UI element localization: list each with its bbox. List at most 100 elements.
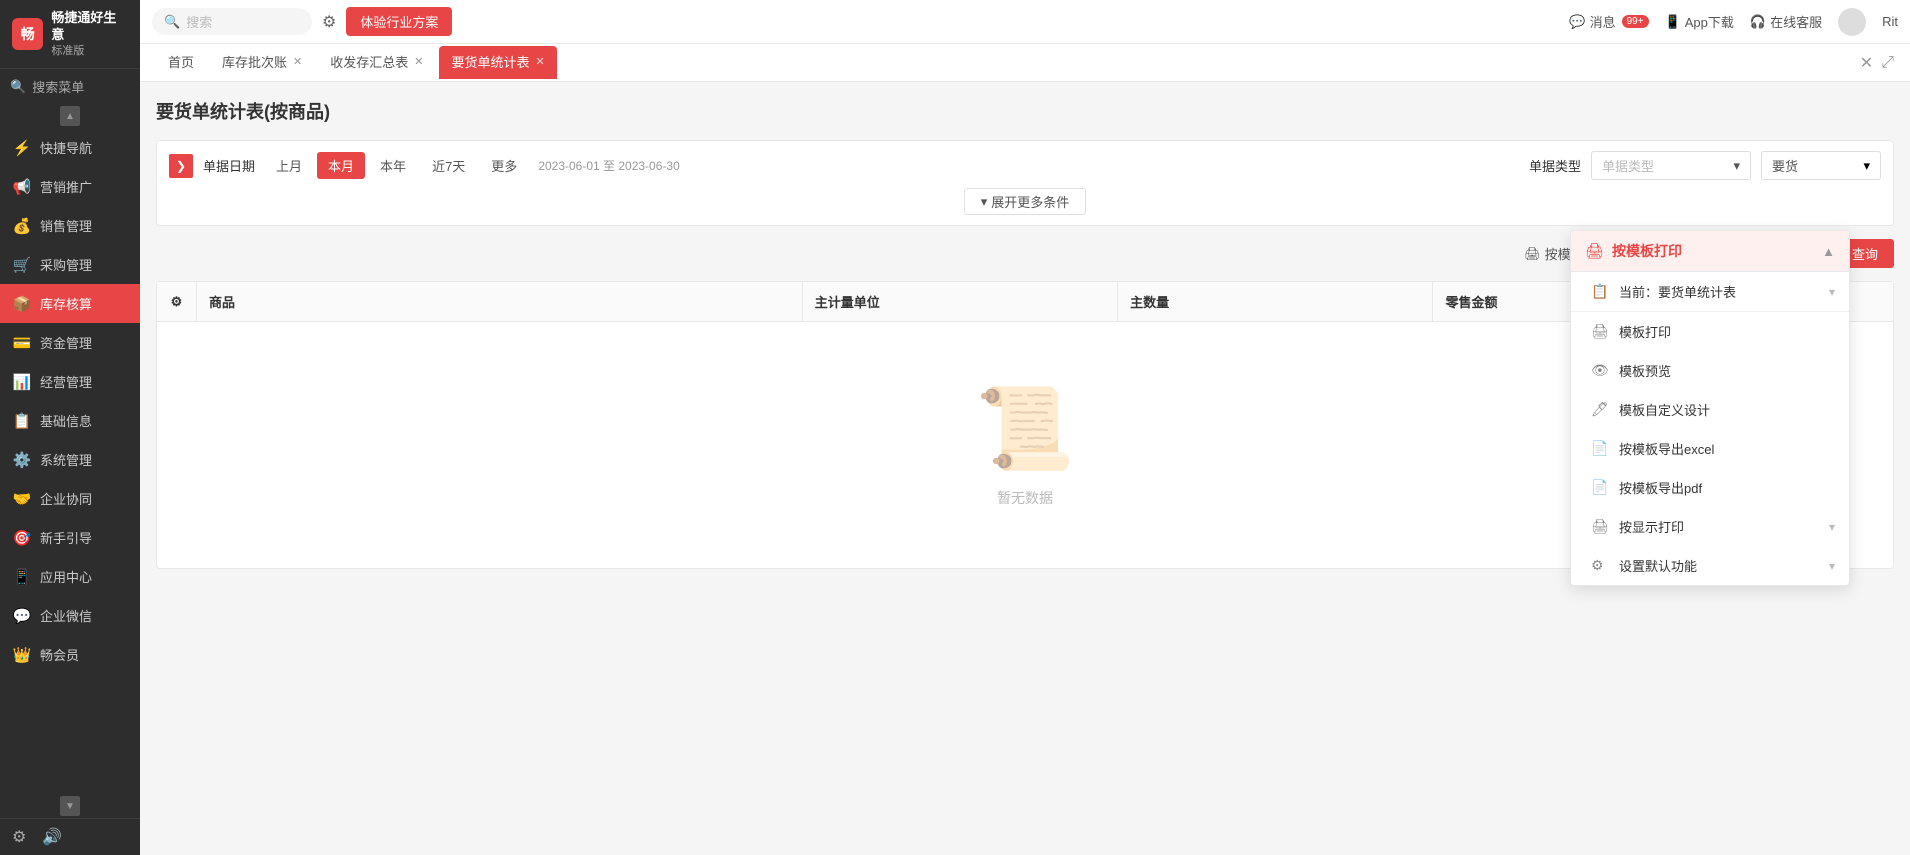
date-btn-上月[interactable]: 上月 (265, 152, 313, 179)
messages-icon: 💬 (1569, 14, 1585, 30)
item-icon-template-export-excel: 📄 (1591, 440, 1609, 457)
nav-icon-purchase: 🛒 (12, 256, 32, 274)
sidebar-item-newuser[interactable]: 🎯 新手引导 (0, 518, 140, 557)
messages-item[interactable]: 💬 消息 99+ (1569, 12, 1648, 31)
messages-badge: 99+ (1622, 15, 1649, 28)
nav-icon-newuser: 🎯 (12, 529, 32, 547)
empty-text: 暂无数据 (997, 488, 1053, 508)
item-icon-template-print: 🖨 (1591, 323, 1609, 340)
sidebar-item-purchase[interactable]: 🛒 采购管理 (0, 245, 140, 284)
item-label-template-export-pdf: 按模板导出pdf (1619, 478, 1835, 497)
minimize-button[interactable]: ✕ (1860, 53, 1873, 73)
date-buttons: 上月本月本年近7天更多 (265, 152, 528, 179)
nav-icon-operation: 📊 (12, 373, 32, 391)
item-icon-template-design: 🖊 (1591, 401, 1609, 418)
app-download-icon: 📱 (1665, 14, 1681, 30)
dropdown-item-template-export-pdf[interactable]: 📄 按模板导出pdf (1571, 468, 1849, 507)
topbar-search-bar[interactable]: 🔍 搜索 (152, 8, 312, 35)
expand-more-btn[interactable]: ▾ 展开更多条件 (964, 188, 1087, 215)
tab-receipts-summary[interactable]: 收发存汇总表✕ (318, 46, 435, 79)
sidebar: 畅 畅捷通好生意 标准版 🔍 搜索菜单 ▲ ⚡ 快捷导航 📢 营销推广 💰 销售… (0, 0, 140, 855)
tab-close-receipts-summary[interactable]: ✕ (414, 55, 423, 68)
filter-expand-row: ▾ 展开更多条件 (169, 188, 1881, 215)
nav-icon-finance: 💳 (12, 334, 32, 352)
main-area: 🔍 搜索 ⚙ 体验行业方案 💬 消息 99+ 📱 App下载 🎧 在线客服 Ri… (140, 0, 1910, 855)
sidebar-item-marketing[interactable]: 📢 营销推广 (0, 167, 140, 206)
dropdown-item-template-export-excel[interactable]: 📄 按模板导出excel (1571, 429, 1849, 468)
nav-label-operation: 经营管理 (40, 372, 92, 391)
topbar-settings-icon[interactable]: ⚙ (322, 12, 336, 32)
item-icon-display-print: 🖨 (1591, 518, 1609, 535)
page-title: 要货单统计表(按商品) (156, 98, 1894, 124)
online-service-item[interactable]: 🎧 在线客服 (1750, 12, 1822, 31)
th-settings[interactable]: ⚙ (157, 282, 197, 321)
date-btn-本年[interactable]: 本年 (369, 152, 417, 179)
tab-home[interactable]: 首页 (156, 46, 206, 79)
nav-icon-weixin: 💬 (12, 607, 32, 625)
sidebar-item-member[interactable]: 👑 畅会员 (0, 635, 140, 674)
date-btn-近7天[interactable]: 近7天 (421, 152, 476, 179)
order-type-select[interactable]: 要货 ▾ (1761, 151, 1881, 180)
filter-expand-icon[interactable]: ❯ (169, 154, 193, 178)
type-filter-select[interactable]: 单据类型 ▾ (1591, 151, 1751, 180)
search-label: 搜索菜单 (32, 77, 84, 96)
th-qty: 主数量 (1118, 282, 1433, 321)
dropdown-current: 📋 当前：要货单统计表 ▾ (1571, 272, 1849, 312)
item-label-display-print: 按显示打印 (1619, 517, 1819, 536)
sidebar-item-appstore[interactable]: 📱 应用中心 (0, 557, 140, 596)
tab-inventory-batch[interactable]: 库存批次账 ✕ (210, 46, 314, 79)
nav-icon-coop: 🤝 (12, 490, 32, 508)
type-filter-value: 单据类型 (1602, 156, 1727, 175)
search-icon: 🔍 (164, 14, 180, 30)
dropdown-item-template-preview[interactable]: 👁 模板预览 (1571, 351, 1849, 390)
item-icon-template-export-pdf: 📄 (1591, 479, 1609, 496)
expand-more-label: 展开更多条件 (991, 192, 1069, 211)
sidebar-item-weixin[interactable]: 💬 企业微信 (0, 596, 140, 635)
user-avatar[interactable] (1838, 8, 1866, 36)
dropdown-title: 按模板打印 (1612, 241, 1814, 261)
trial-button[interactable]: 体验行业方案 (346, 7, 452, 36)
sidebar-item-coop[interactable]: 🤝 企业协同 (0, 479, 140, 518)
item-arrow-display-print: ▾ (1829, 520, 1835, 534)
nav-label-coop: 企业协同 (40, 489, 92, 508)
tab-label-inventory-batch: 库存批次账 (222, 52, 287, 71)
nav-icon-quick-nav: ⚡ (12, 139, 32, 157)
dropdown-item-template-design[interactable]: 🖊 模板自定义设计 (1571, 390, 1849, 429)
audio-icon[interactable]: 🔊 (42, 827, 62, 847)
tab-close-order-stats[interactable]: ✕ (536, 55, 545, 68)
app-download-item[interactable]: 📱 App下载 (1665, 12, 1734, 31)
sidebar-item-system[interactable]: ⚙️ 系统管理 (0, 440, 140, 479)
nav-label-inventory: 库存核算 (40, 294, 92, 313)
sidebar-scroll-down[interactable]: ▼ (60, 796, 80, 816)
maximize-button[interactable]: ⤢ (1881, 54, 1894, 72)
sidebar-item-sales[interactable]: 💰 销售管理 (0, 206, 140, 245)
item-label-set-default: 设置默认功能 (1619, 556, 1819, 575)
headset-icon: 🎧 (1750, 14, 1766, 30)
dropdown-item-display-print[interactable]: 🖨 按显示打印 ▾ (1571, 507, 1849, 546)
type-filter-label: 单据类型 (1529, 156, 1581, 175)
sidebar-scroll-up[interactable]: ▲ (60, 106, 80, 126)
online-service-label: 在线客服 (1770, 12, 1822, 31)
sidebar-item-operation[interactable]: 📊 经营管理 (0, 362, 140, 401)
sidebar-item-finance[interactable]: 💳 资金管理 (0, 323, 140, 362)
date-btn-更多[interactable]: 更多 (480, 152, 528, 179)
app-name: 畅捷通好生意 (51, 10, 128, 44)
app-logo-icon: 畅 (12, 18, 43, 50)
dropdown-item-set-default[interactable]: ⚙ 设置默认功能 ▾ (1571, 546, 1849, 585)
settings-icon[interactable]: ⚙ (12, 827, 26, 847)
current-arrow[interactable]: ▾ (1829, 285, 1835, 299)
nav-label-system: 系统管理 (40, 450, 92, 469)
dropdown-collapse-icon[interactable]: ▲ (1822, 244, 1835, 259)
tab-order-stats[interactable]: 要货单统计表✕ (439, 46, 556, 79)
sidebar-item-inventory[interactable]: 📦 库存核算 (0, 284, 140, 323)
chevron-down-icon: ▾ (1733, 158, 1740, 174)
sidebar-search[interactable]: 🔍 搜索菜单 (0, 69, 140, 104)
item-label-template-export-excel: 按模板导出excel (1619, 439, 1835, 458)
sidebar-item-base[interactable]: 📋 基础信息 (0, 401, 140, 440)
dropdown-item-template-print[interactable]: 🖨 模板打印 (1571, 312, 1849, 351)
chevron-down-icon3: ▾ (981, 194, 988, 210)
sidebar-item-quick-nav[interactable]: ⚡ 快捷导航 (0, 128, 140, 167)
item-icon-template-preview: 👁 (1591, 362, 1609, 379)
tab-close-inventory-batch[interactable]: ✕ (293, 55, 302, 68)
date-btn-本月[interactable]: 本月 (317, 152, 365, 179)
